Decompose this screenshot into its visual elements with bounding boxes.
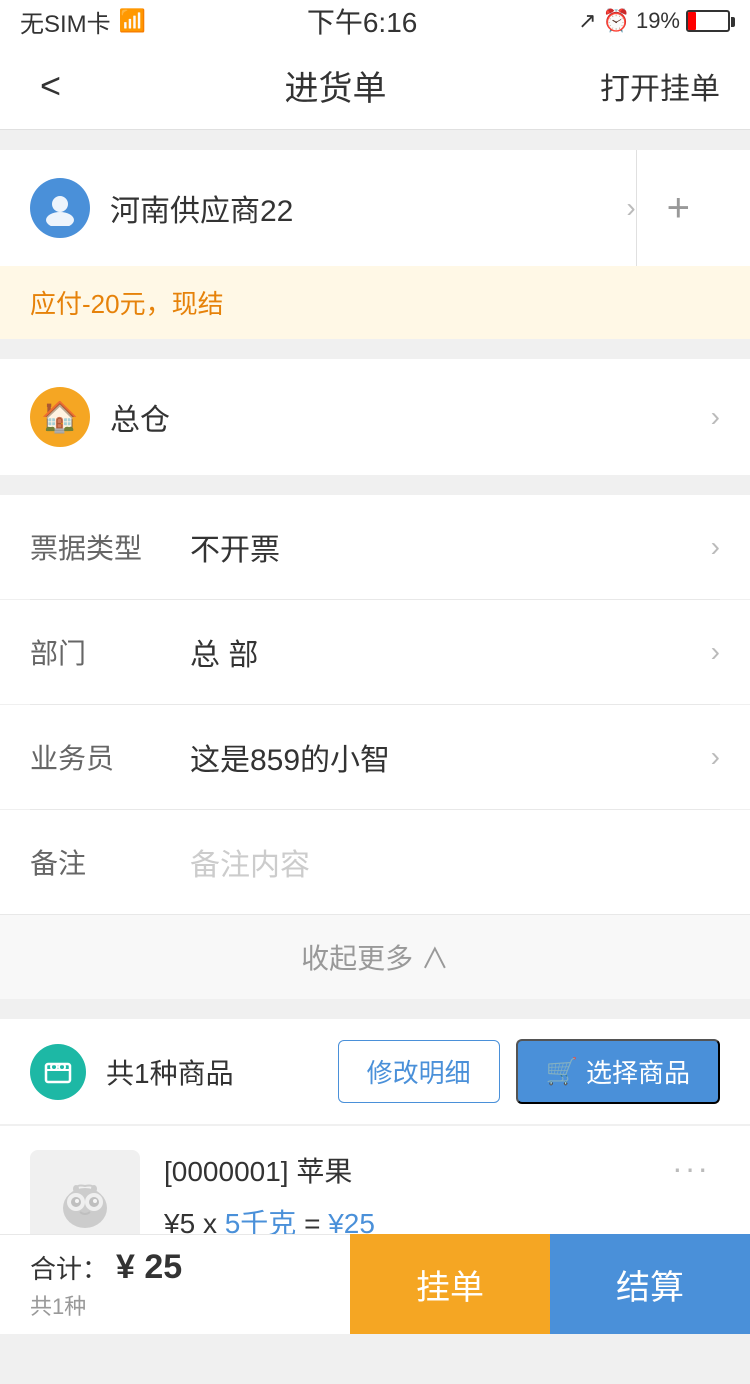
- chevron-right-icon: ›: [711, 636, 720, 668]
- time-display: 下午6:16: [307, 1, 418, 41]
- product-toolbar: 共1种商品 修改明细 🛒 选择商品: [0, 1019, 750, 1124]
- warehouse-row[interactable]: 🏠 总仓 ›: [0, 359, 750, 475]
- battery-percent: 19%: [636, 8, 680, 34]
- product-code: [0000001]: [164, 1156, 289, 1187]
- bottom-bar: 合计： ¥ 25 共1种 挂单 结算: [0, 1234, 750, 1334]
- cart-icon: 🛒: [546, 1056, 578, 1087]
- status-left: 无SIM卡 📶: [20, 4, 146, 39]
- total-amount: ¥ 25: [116, 1248, 182, 1287]
- gap-4: [0, 999, 750, 1019]
- collapse-button[interactable]: 收起更多 ∧: [0, 914, 750, 999]
- total-count: 共1种: [30, 1289, 320, 1321]
- department-value: 总 部: [190, 630, 711, 674]
- nav-bar: < 进货单 打开挂单: [0, 42, 750, 130]
- location-icon: ↗: [578, 8, 596, 34]
- product-icon: [30, 1044, 86, 1100]
- warehouse-icon: 🏠: [30, 387, 90, 447]
- owl-icon: [50, 1170, 120, 1240]
- product-info: [0000001] 苹果 ¥5 x 5千克 = ¥25: [164, 1150, 662, 1242]
- salesperson-value: 这是859的小智: [190, 735, 711, 779]
- edit-detail-button[interactable]: 修改明细: [338, 1040, 500, 1103]
- chevron-right-icon: ›: [711, 741, 720, 773]
- product-count: 共1种商品: [106, 1052, 338, 1092]
- wifi-icon: 📶: [119, 8, 146, 34]
- carrier-text: 无SIM卡: [20, 4, 111, 39]
- invoice-value: 不开票: [190, 525, 711, 569]
- salesperson-label: 业务员: [30, 737, 190, 777]
- supplier-selector[interactable]: 河南供应商22 ›: [30, 150, 637, 266]
- supplier-section: 河南供应商22 › +: [0, 150, 750, 266]
- notice-text: 应付-20元，现结: [30, 289, 224, 319]
- chevron-right-icon: ›: [711, 401, 720, 433]
- gap-3: [0, 475, 750, 495]
- remark-row[interactable]: 备注 备注内容: [0, 810, 750, 914]
- add-supplier-button[interactable]: +: [637, 186, 720, 231]
- supplier-name: 河南供应商22: [110, 186, 616, 230]
- warehouse-name: 总仓: [110, 395, 711, 439]
- back-button[interactable]: <: [30, 55, 71, 117]
- invoice-label: 票据类型: [30, 527, 190, 567]
- chevron-right-icon: ›: [711, 531, 720, 563]
- more-button[interactable]: ···: [662, 1150, 720, 1187]
- remark-input[interactable]: 备注内容: [190, 840, 720, 884]
- salesperson-row[interactable]: 业务员 这是859的小智 ›: [0, 705, 750, 809]
- battery-icon: [686, 10, 730, 32]
- department-row[interactable]: 部门 总 部 ›: [0, 600, 750, 704]
- notice-bar: 应付-20元，现结: [0, 266, 750, 339]
- invoice-row[interactable]: 票据类型 不开票 ›: [0, 495, 750, 599]
- remark-label: 备注: [30, 842, 190, 882]
- status-bar: 无SIM卡 📶 下午6:16 ↗ ⏰ 19%: [0, 0, 750, 42]
- total-section: 合计： ¥ 25 共1种: [0, 1234, 350, 1334]
- supplier-avatar: [30, 178, 90, 238]
- gap-2: [0, 339, 750, 359]
- product-title: 苹果: [296, 1156, 352, 1187]
- page-title: 进货单: [285, 61, 387, 110]
- hang-button[interactable]: 挂单: [350, 1234, 550, 1334]
- checkout-button[interactable]: 结算: [550, 1234, 750, 1334]
- department-label: 部门: [30, 632, 190, 672]
- gap-1: [0, 130, 750, 150]
- product-name: [0000001] 苹果: [164, 1150, 662, 1190]
- open-hang-button[interactable]: 打开挂单: [600, 64, 720, 108]
- select-product-button[interactable]: 🛒 选择商品: [516, 1039, 720, 1104]
- alarm-icon: ⏰: [603, 8, 630, 34]
- total-label: 合计：: [30, 1249, 108, 1286]
- status-right: ↗ ⏰ 19%: [578, 8, 730, 34]
- chevron-right-icon: ›: [626, 192, 635, 224]
